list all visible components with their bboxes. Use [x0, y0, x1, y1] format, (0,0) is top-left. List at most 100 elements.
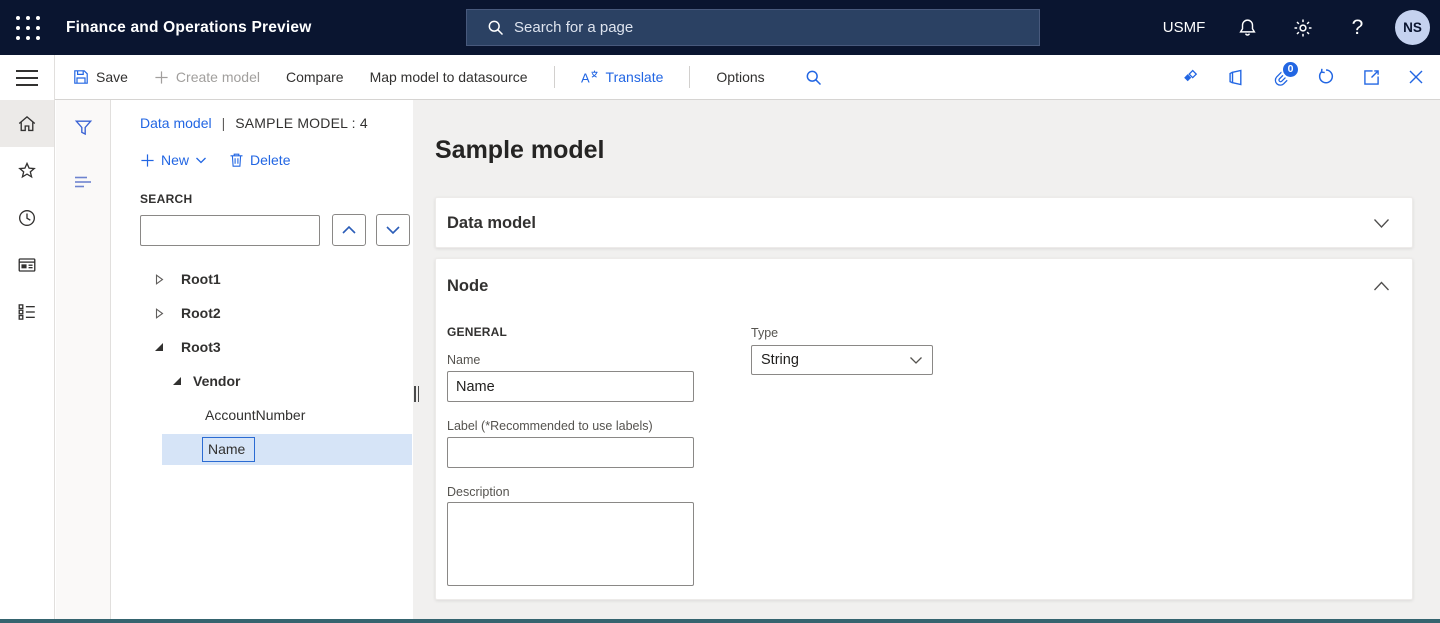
account-menu[interactable]: NS — [1385, 0, 1440, 55]
name-field-label: Name — [447, 353, 481, 367]
map-model-to-datasource-button[interactable]: Map model to datasource — [370, 69, 528, 85]
general-group-title: GENERAL — [447, 325, 508, 339]
close-button[interactable] — [1408, 69, 1424, 85]
rail-item-favorites[interactable] — [0, 147, 54, 194]
chevron-up-icon[interactable] — [1373, 281, 1390, 292]
divider — [553, 66, 555, 88]
search-icon — [805, 69, 822, 86]
refresh-button[interactable] — [1317, 68, 1335, 86]
tree-item-root3[interactable]: Root3 — [112, 330, 412, 364]
section-node: Node GENERAL Name Label (*Recommended to… — [435, 258, 1413, 600]
top-navigation-bar: Finance and Operations Preview USMF — [0, 0, 1440, 55]
chevron-down-icon — [909, 356, 923, 365]
section-node-header[interactable]: Node — [436, 259, 1412, 313]
label-field-label: Label (*Recommended to use labels) — [447, 419, 653, 433]
expanded-triangle-icon[interactable] — [153, 342, 165, 352]
attachments-count-badge: 0 — [1281, 59, 1300, 79]
workspaces-icon — [17, 255, 37, 275]
breadcrumb-data-model-link[interactable]: Data model — [140, 115, 212, 131]
rail-item-workspaces[interactable] — [0, 241, 54, 288]
name-field[interactable] — [447, 371, 694, 402]
collapsed-triangle-icon[interactable] — [153, 273, 165, 285]
waffle-icon — [15, 15, 40, 40]
view-switch-button[interactable] — [1181, 68, 1199, 86]
page-title: Sample model — [435, 136, 605, 164]
delete-button[interactable]: Delete — [229, 152, 290, 168]
description-field[interactable] — [447, 502, 694, 586]
modules-icon — [17, 302, 37, 322]
selected-node-box[interactable]: Name — [202, 436, 256, 462]
tree-item-vendor[interactable]: Vendor — [112, 364, 412, 398]
create-model-button[interactable]: Create model — [154, 69, 260, 85]
expanded-triangle-icon[interactable] — [171, 376, 183, 386]
rail-item-home[interactable] — [0, 100, 54, 147]
avatar: NS — [1395, 10, 1430, 45]
model-tree-panel: Data model | SAMPLE MODEL : 4 New Delete — [112, 100, 412, 619]
tree-item-root2[interactable]: Root2 — [112, 296, 412, 330]
tree-item-accountnumber[interactable]: AccountNumber — [112, 398, 412, 432]
breadcrumb-separator: | — [221, 115, 226, 131]
open-in-office-button[interactable] — [1227, 69, 1244, 86]
open-in-new-window-button[interactable] — [1363, 69, 1380, 86]
expand-navigation-button[interactable] — [0, 55, 54, 100]
office-icon — [1227, 69, 1244, 86]
translate-button[interactable]: A Translate — [581, 69, 664, 85]
list-lines-icon — [74, 175, 93, 189]
tree-search-input[interactable] — [140, 214, 320, 246]
options-button[interactable]: Options — [716, 69, 764, 85]
svg-text:A: A — [581, 71, 590, 86]
section-data-model-header[interactable]: Data model — [436, 198, 1412, 248]
refresh-icon — [1317, 68, 1335, 86]
tree-search-label: SEARCH — [140, 192, 193, 206]
rail-item-modules[interactable] — [0, 288, 54, 335]
search-icon — [487, 19, 504, 36]
breadcrumb-current: SAMPLE MODEL : 4 — [235, 115, 368, 131]
node-form: GENERAL Name Label (*Recommended to use … — [436, 313, 1412, 601]
notifications-button[interactable] — [1220, 0, 1275, 55]
list-lines-button[interactable] — [67, 168, 99, 196]
application-window: Finance and Operations Preview USMF — [0, 0, 1440, 623]
chevron-down-icon — [385, 225, 401, 235]
attachments-button[interactable]: 0 — [1272, 59, 1300, 86]
plus-icon — [140, 153, 155, 168]
page-search-box[interactable] — [466, 9, 1040, 46]
pane-splitter-handle[interactable] — [414, 386, 422, 404]
bottom-edge-bar — [0, 619, 1440, 623]
description-field-label: Description — [447, 485, 510, 499]
collapsed-triangle-icon[interactable] — [153, 307, 165, 319]
tree-search-row — [112, 206, 412, 246]
model-tree: Root1 Root2 Root3 Vendor AccountNumber N… — [112, 262, 412, 466]
gear-icon — [1293, 18, 1313, 38]
rail-item-recent[interactable] — [0, 194, 54, 241]
section-data-model: Data model — [435, 197, 1413, 248]
trash-icon — [229, 152, 244, 168]
chevron-up-icon — [341, 225, 357, 235]
type-dropdown-value: String — [761, 352, 799, 368]
find-next-button[interactable] — [376, 214, 410, 246]
page-search-input[interactable] — [514, 19, 994, 36]
filter-button[interactable] — [67, 114, 99, 142]
settings-button[interactable] — [1275, 0, 1330, 55]
type-dropdown[interactable]: String — [751, 345, 933, 375]
label-field[interactable] — [447, 437, 694, 468]
compare-button[interactable]: Compare — [286, 69, 344, 85]
chevron-down-icon[interactable] — [1373, 218, 1390, 229]
help-button[interactable]: ? — [1330, 0, 1385, 55]
company-selector[interactable]: USMF — [1148, 0, 1220, 55]
tree-item-root1[interactable]: Root1 — [112, 262, 412, 296]
home-icon — [17, 114, 37, 134]
find-previous-button[interactable] — [332, 214, 366, 246]
tree-toolbar: New Delete — [112, 131, 412, 168]
star-icon — [17, 161, 37, 181]
actionbar-search-button[interactable] — [805, 69, 822, 86]
save-button[interactable]: Save — [73, 69, 128, 85]
clock-icon — [17, 208, 37, 228]
pane-toolbar — [56, 100, 111, 619]
waffle-menu-button[interactable] — [0, 0, 55, 55]
close-icon — [1408, 69, 1424, 85]
new-button[interactable]: New — [140, 152, 207, 168]
save-icon — [73, 69, 89, 85]
tree-item-name-selected[interactable]: Name — [112, 432, 412, 466]
navigation-rail — [0, 55, 55, 619]
diamonds-icon — [1181, 68, 1199, 86]
